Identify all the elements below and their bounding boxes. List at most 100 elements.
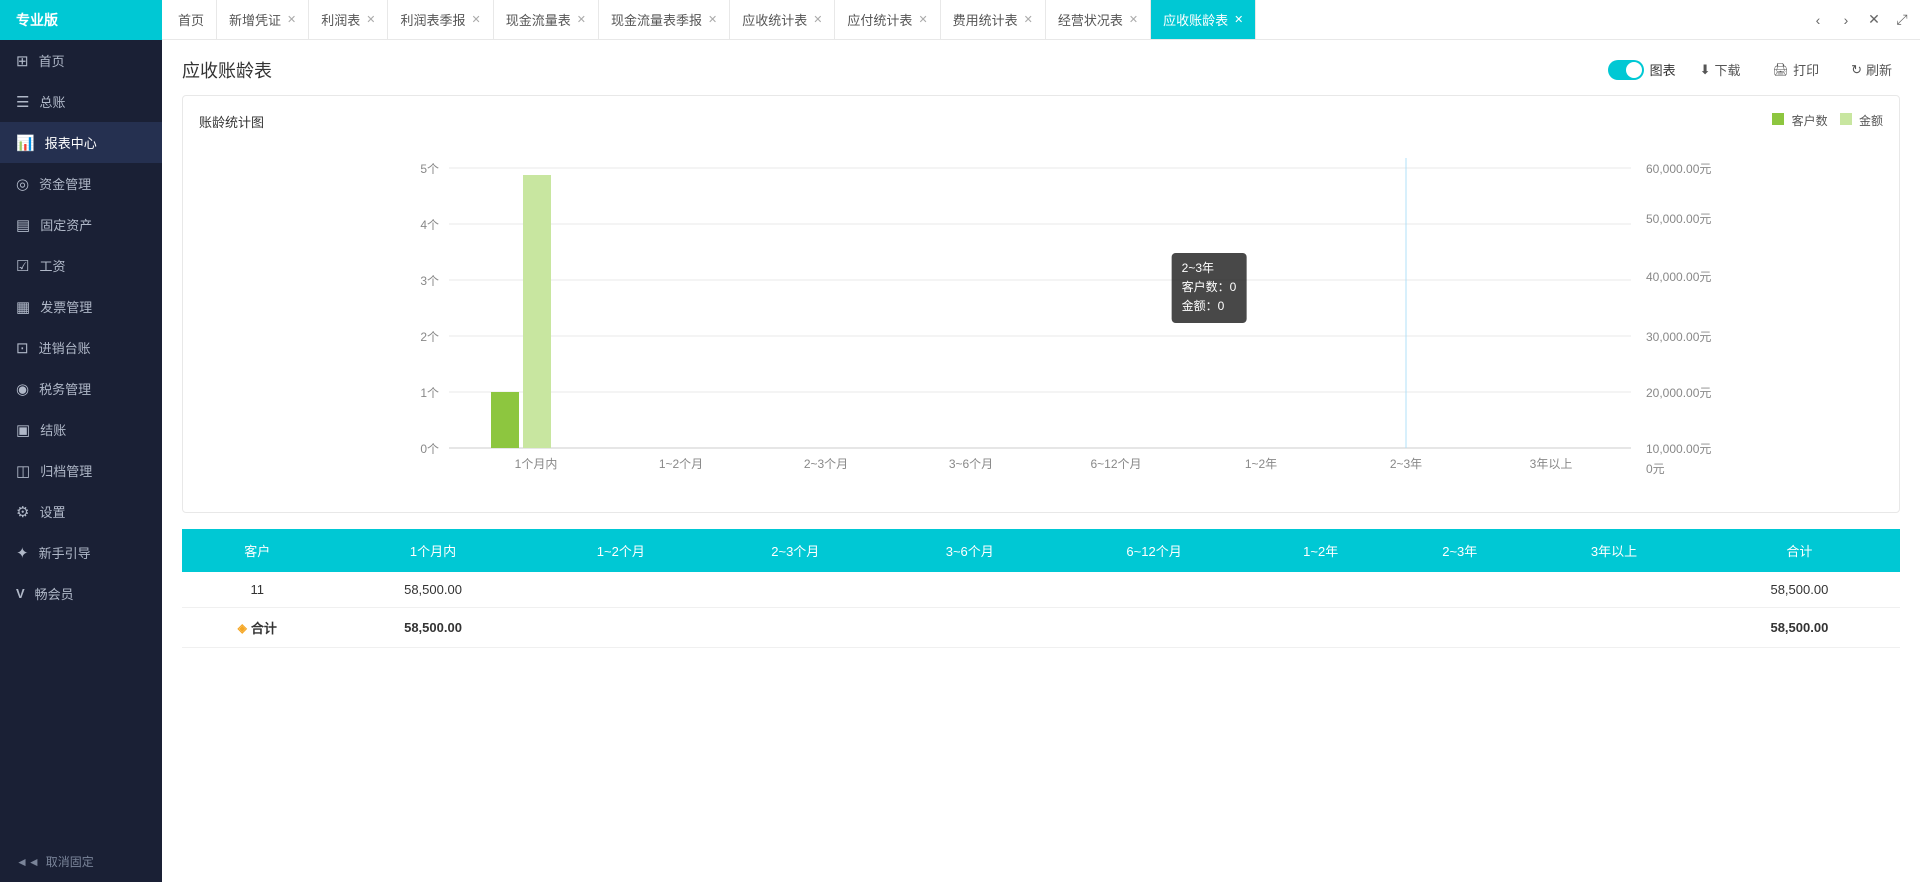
th-year3plus: 3年以上	[1529, 529, 1699, 572]
tab-profit[interactable]: 利润表 ✕	[309, 0, 388, 40]
total-icon: ◈	[238, 621, 247, 635]
sidebar-item-inventory[interactable]: ⊡ 进销台账	[0, 327, 162, 368]
sidebar-item-salary[interactable]: ☑ 工资	[0, 245, 162, 286]
th-month1: 1个月内	[332, 529, 533, 572]
svg-text:50,000.00元: 50,000.00元	[1646, 212, 1711, 226]
sidebar-item-funds[interactable]: ◎ 资金管理	[0, 163, 162, 204]
tab-close-expense[interactable]: ✕	[1024, 13, 1033, 26]
sidebar-item-tax[interactable]: ◉ 税务管理	[0, 368, 162, 409]
tab-ar-stat[interactable]: 应收统计表 ✕	[730, 0, 835, 40]
tab-close-ap-stat[interactable]: ✕	[918, 13, 927, 26]
sidebar-item-assets[interactable]: ▤ 固定资产	[0, 204, 162, 245]
page-content: 应收账龄表 图表 ⬇ 下载 🖨 打印 ↻ 刷新	[162, 40, 1920, 882]
sidebar-unpin[interactable]: ◄◄ 取消固定	[0, 841, 162, 882]
total-year12	[1251, 608, 1390, 648]
tab-close-ar-aging[interactable]: ✕	[1234, 13, 1243, 26]
th-year12: 1~2年	[1251, 529, 1390, 572]
refresh-button[interactable]: ↻ 刷新	[1843, 56, 1900, 83]
tab-cashflow-quarter[interactable]: 现金流量表季报 ✕	[599, 0, 730, 40]
unpin-label: 取消固定	[46, 853, 94, 870]
svg-text:3年以上: 3年以上	[1530, 457, 1573, 471]
tab-profit-quarter[interactable]: 利润表季报 ✕	[388, 0, 493, 40]
svg-text:3个: 3个	[420, 274, 439, 288]
table-header-row: 客户 1个月内 1~2个月 2~3个月 3~6个月 6~12个月 1~2年 2~…	[182, 529, 1900, 572]
cell-total: 58,500.00	[1699, 572, 1900, 608]
total-month612	[1057, 608, 1251, 648]
download-icon: ⬇	[1700, 62, 1711, 78]
tab-close-biz-status[interactable]: ✕	[1129, 13, 1138, 26]
sidebar-item-archive[interactable]: ◫ 归档管理	[0, 450, 162, 491]
svg-text:2~3年: 2~3年	[1390, 457, 1422, 471]
tab-scroll-left[interactable]: ‹	[1804, 6, 1832, 34]
chart-toggle-label: 图表	[1650, 60, 1676, 79]
cell-month36	[883, 572, 1057, 608]
print-button[interactable]: 🖨 打印	[1765, 56, 1828, 83]
th-month23: 2~3个月	[708, 529, 882, 572]
tab-close-profit[interactable]: ✕	[366, 13, 375, 26]
sidebar-item-invoice[interactable]: ▦ 发票管理	[0, 286, 162, 327]
tab-ar-aging[interactable]: 应收账龄表 ✕	[1151, 0, 1256, 40]
tab-close-cashflow[interactable]: ✕	[577, 13, 586, 26]
chart-legend: 客户数 金额	[1772, 112, 1883, 129]
tab-biz-status[interactable]: 经营状况表 ✕	[1046, 0, 1151, 40]
cell-month23	[708, 572, 882, 608]
guide-icon: ✦	[16, 544, 29, 562]
sidebar-item-home[interactable]: ⊞ 首页	[0, 40, 162, 81]
total-month36	[883, 608, 1057, 648]
th-month612: 6~12个月	[1057, 529, 1251, 572]
cell-month612	[1057, 572, 1251, 608]
sidebar-item-label: 发票管理	[40, 297, 92, 316]
sidebar-item-settings[interactable]: ⚙ 设置	[0, 491, 162, 532]
tab-voucher[interactable]: 新增凭证 ✕	[217, 0, 309, 40]
svg-text:10,000.00元: 10,000.00元	[1646, 442, 1711, 456]
sidebar-item-guide[interactable]: ✦ 新手引导	[0, 532, 162, 573]
download-button[interactable]: ⬇ 下载	[1692, 56, 1749, 83]
tab-close-all[interactable]: ✕	[1860, 6, 1888, 34]
svg-text:60,000.00元: 60,000.00元	[1646, 162, 1711, 176]
main-content: 首页 新增凭证 ✕ 利润表 ✕ 利润表季报 ✕ 现金流量表 ✕ 现金流量表季报 …	[162, 0, 1920, 882]
tab-close-ar-stat[interactable]: ✕	[813, 13, 822, 26]
tab-expense[interactable]: 费用统计表 ✕	[941, 0, 1046, 40]
svg-text:3~6个月: 3~6个月	[949, 457, 993, 471]
ledger-icon: ☰	[16, 93, 29, 111]
tab-close-cashflow-quarter[interactable]: ✕	[708, 13, 717, 26]
tab-expand[interactable]: ⤢	[1888, 6, 1916, 34]
sidebar-item-close[interactable]: ▣ 结账	[0, 409, 162, 450]
legend-amount: 金额	[1840, 112, 1883, 129]
tab-close-voucher[interactable]: ✕	[287, 13, 296, 26]
total-month1: 58,500.00	[332, 608, 533, 648]
tab-bar: 首页 新增凭证 ✕ 利润表 ✕ 利润表季报 ✕ 现金流量表 ✕ 现金流量表季报 …	[162, 0, 1920, 40]
sidebar-item-reports[interactable]: 📊 报表中心	[0, 122, 162, 163]
assets-icon: ▤	[16, 216, 30, 234]
reports-icon: 📊	[16, 134, 35, 152]
sidebar-item-ledger[interactable]: ☰ 总账	[0, 81, 162, 122]
tab-ap-stat[interactable]: 应付统计表 ✕	[835, 0, 940, 40]
sidebar-item-label: 新手引导	[39, 543, 91, 562]
tab-home[interactable]: 首页	[166, 0, 217, 40]
chart-toggle-wrapper: 图表	[1608, 60, 1676, 80]
sidebar-item-member[interactable]: V 畅会员	[0, 573, 162, 614]
svg-text:2个: 2个	[420, 330, 439, 344]
sidebar-item-label: 畅会员	[35, 584, 74, 603]
archive-icon: ◫	[16, 462, 30, 480]
chart-toggle[interactable]	[1608, 60, 1644, 80]
th-month36: 3~6个月	[883, 529, 1057, 572]
tab-scroll-right[interactable]: ›	[1832, 6, 1860, 34]
funds-icon: ◎	[16, 175, 29, 193]
sidebar: 专业版 ⊞ 首页 ☰ 总账 📊 报表中心 ◎ 资金管理 ▤ 固定资产 ☑ 工资 …	[0, 0, 162, 882]
tab-close-profit-quarter[interactable]: ✕	[472, 13, 481, 26]
data-table: 客户 1个月内 1~2个月 2~3个月 3~6个月 6~12个月 1~2年 2~…	[182, 529, 1900, 648]
total-month23	[708, 608, 882, 648]
cell-month12	[534, 572, 708, 608]
legend-amount-dot	[1840, 113, 1852, 125]
total-label-cell: ◈ 合计	[182, 608, 332, 648]
total-month12	[534, 608, 708, 648]
bar-amount-month1	[523, 175, 551, 448]
sidebar-item-label: 资金管理	[39, 174, 91, 193]
svg-text:1个月内: 1个月内	[515, 457, 558, 471]
tab-cashflow[interactable]: 现金流量表 ✕	[494, 0, 599, 40]
total-total: 58,500.00	[1699, 608, 1900, 648]
total-year3plus	[1529, 608, 1699, 648]
bar-customer-month1	[491, 392, 519, 448]
sidebar-logo: 专业版	[0, 0, 162, 40]
